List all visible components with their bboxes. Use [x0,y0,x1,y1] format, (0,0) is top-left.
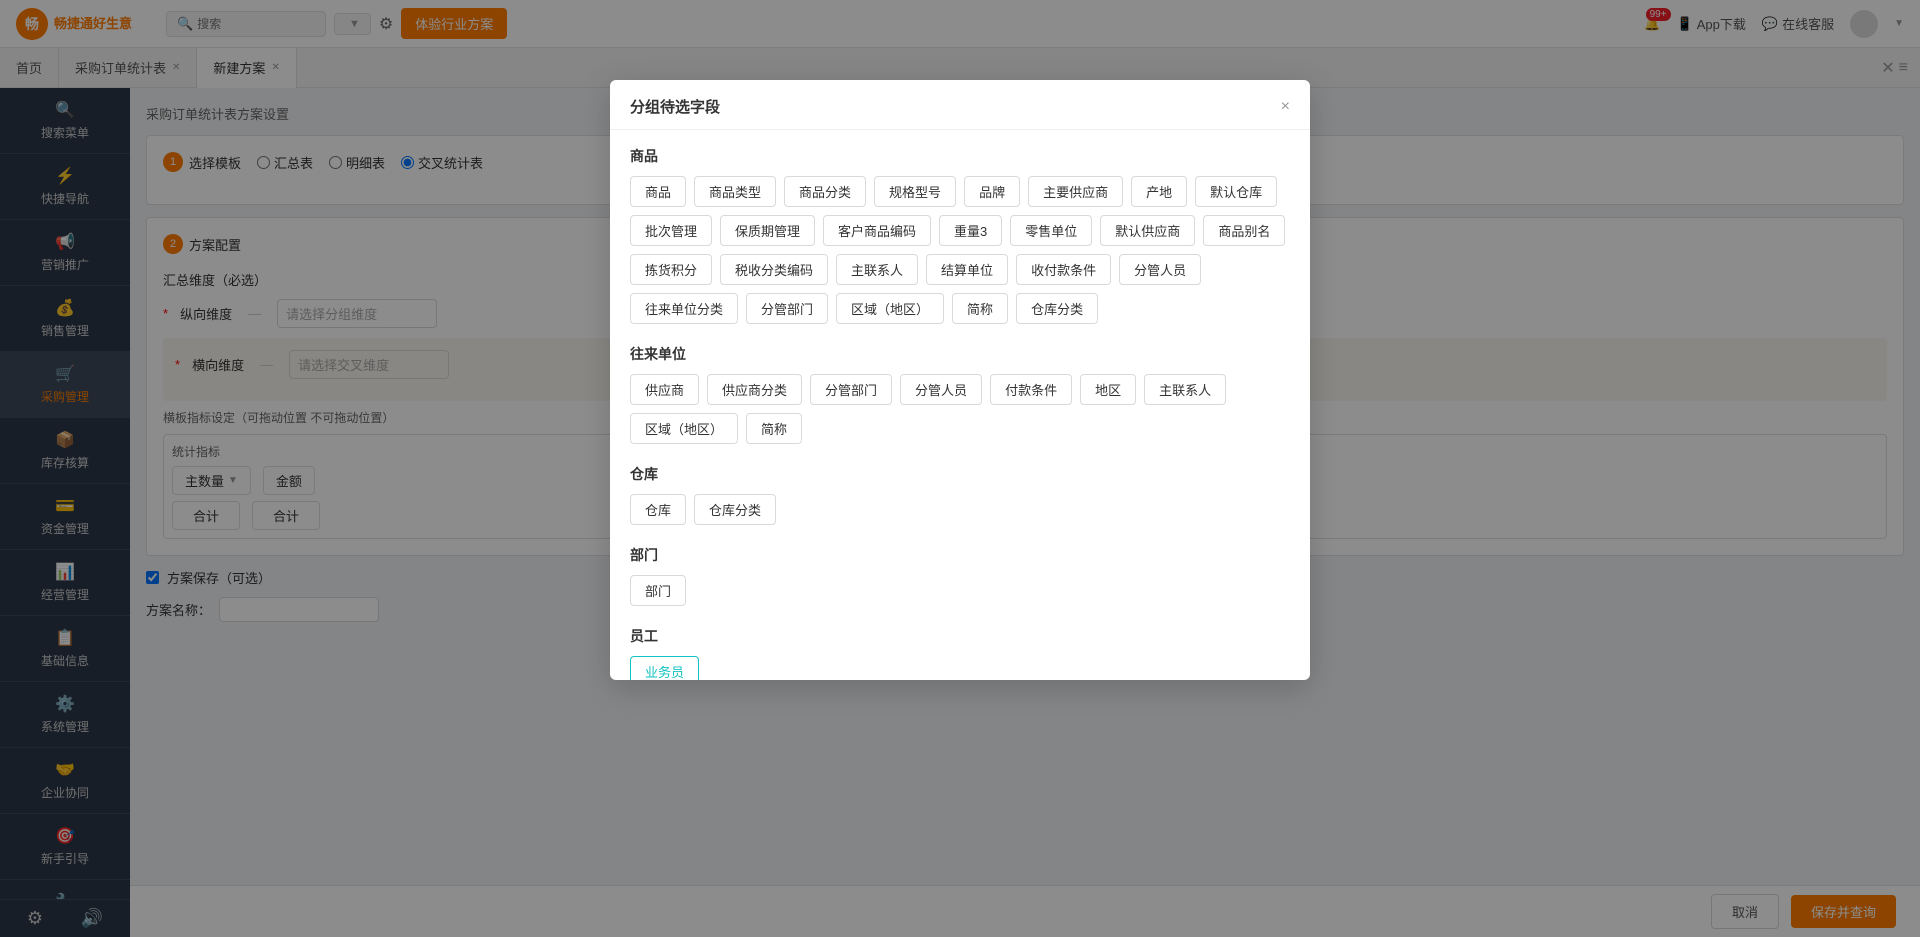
section-warehouse-title: 仓库 [630,464,1290,484]
field-spec[interactable]: 规格型号 [874,176,956,207]
field-settlement-unit[interactable]: 结算单位 [926,254,1008,285]
field-supplier-category[interactable]: 供应商分类 [707,374,802,405]
field-manager[interactable]: 分管人员 [1119,254,1201,285]
modal-header: 分组待选字段 × [610,80,1310,130]
field-warehouse[interactable]: 仓库 [630,494,686,525]
modal-close-btn[interactable]: × [1281,98,1290,116]
field-brand[interactable]: 品牌 [964,176,1020,207]
field-dept[interactable]: 分管部门 [746,293,828,324]
field-alias[interactable]: 商品别名 [1203,215,1285,246]
section-dept: 部门 部门 [630,545,1290,606]
modal-title: 分组待选字段 [630,96,720,117]
section-goods: 商品 商品 商品类型 商品分类 规格型号 品牌 主要供应商 产地 默认仓库 批次… [630,146,1290,324]
field-batch[interactable]: 批次管理 [630,215,712,246]
field-contact[interactable]: 主联系人 [836,254,918,285]
field-region[interactable]: 区域（地区） [836,293,944,324]
section-goods-fields: 商品 商品类型 商品分类 规格型号 品牌 主要供应商 产地 默认仓库 批次管理 … [630,176,1290,324]
field-default-supplier[interactable]: 默认供应商 [1100,215,1195,246]
field-supplier[interactable]: 供应商 [630,374,699,405]
field-managing-person[interactable]: 分管人员 [900,374,982,405]
field-managing-dept[interactable]: 分管部门 [810,374,892,405]
field-area[interactable]: 地区 [1080,374,1136,405]
field-region-partner[interactable]: 区域（地区） [630,413,738,444]
field-default-warehouse[interactable]: 默认仓库 [1195,176,1277,207]
field-goods-category[interactable]: 商品分类 [784,176,866,207]
field-short-name[interactable]: 简称 [952,293,1008,324]
section-warehouse-fields: 仓库 仓库分类 [630,494,1290,525]
field-goods-type[interactable]: 商品类型 [694,176,776,207]
field-warehouse-category[interactable]: 仓库分类 [1016,293,1098,324]
modal-overlay: 分组待选字段 × 商品 商品 商品类型 商品分类 规格型号 品牌 主要供应商 产… [0,0,1920,937]
field-main-supplier[interactable]: 主要供应商 [1028,176,1123,207]
section-warehouse: 仓库 仓库 仓库分类 [630,464,1290,525]
section-employee-title: 员工 [630,626,1290,646]
section-partner: 往来单位 供应商 供应商分类 分管部门 分管人员 付款条件 地区 主联系人 区域… [630,344,1290,444]
field-pick-score[interactable]: 拣货积分 [630,254,712,285]
field-origin[interactable]: 产地 [1131,176,1187,207]
field-weight3[interactable]: 重量3 [939,215,1002,246]
field-goods[interactable]: 商品 [630,176,686,207]
modal-body: 商品 商品 商品类型 商品分类 规格型号 品牌 主要供应商 产地 默认仓库 批次… [610,130,1310,680]
section-dept-fields: 部门 [630,575,1290,606]
section-employee-fields: 业务员 [630,656,1290,680]
field-short-name-partner[interactable]: 简称 [746,413,802,444]
section-partner-title: 往来单位 [630,344,1290,364]
field-customer-code[interactable]: 客户商品编码 [823,215,931,246]
field-department[interactable]: 部门 [630,575,686,606]
section-employee: 员工 业务员 [630,626,1290,680]
field-salesperson[interactable]: 业务员 [630,656,699,680]
modal: 分组待选字段 × 商品 商品 商品类型 商品分类 规格型号 品牌 主要供应商 产… [610,80,1310,680]
field-payment-cond[interactable]: 付款条件 [990,374,1072,405]
section-dept-title: 部门 [630,545,1290,565]
field-tax-code[interactable]: 税收分类编码 [720,254,828,285]
field-payment-terms[interactable]: 收付款条件 [1016,254,1111,285]
field-main-contact[interactable]: 主联系人 [1144,374,1226,405]
section-partner-fields: 供应商 供应商分类 分管部门 分管人员 付款条件 地区 主联系人 区域（地区） … [630,374,1290,444]
field-shelf-life[interactable]: 保质期管理 [720,215,815,246]
field-partner-category[interactable]: 往来单位分类 [630,293,738,324]
section-goods-title: 商品 [630,146,1290,166]
field-retail-unit[interactable]: 零售单位 [1010,215,1092,246]
field-warehouse-cat[interactable]: 仓库分类 [694,494,776,525]
